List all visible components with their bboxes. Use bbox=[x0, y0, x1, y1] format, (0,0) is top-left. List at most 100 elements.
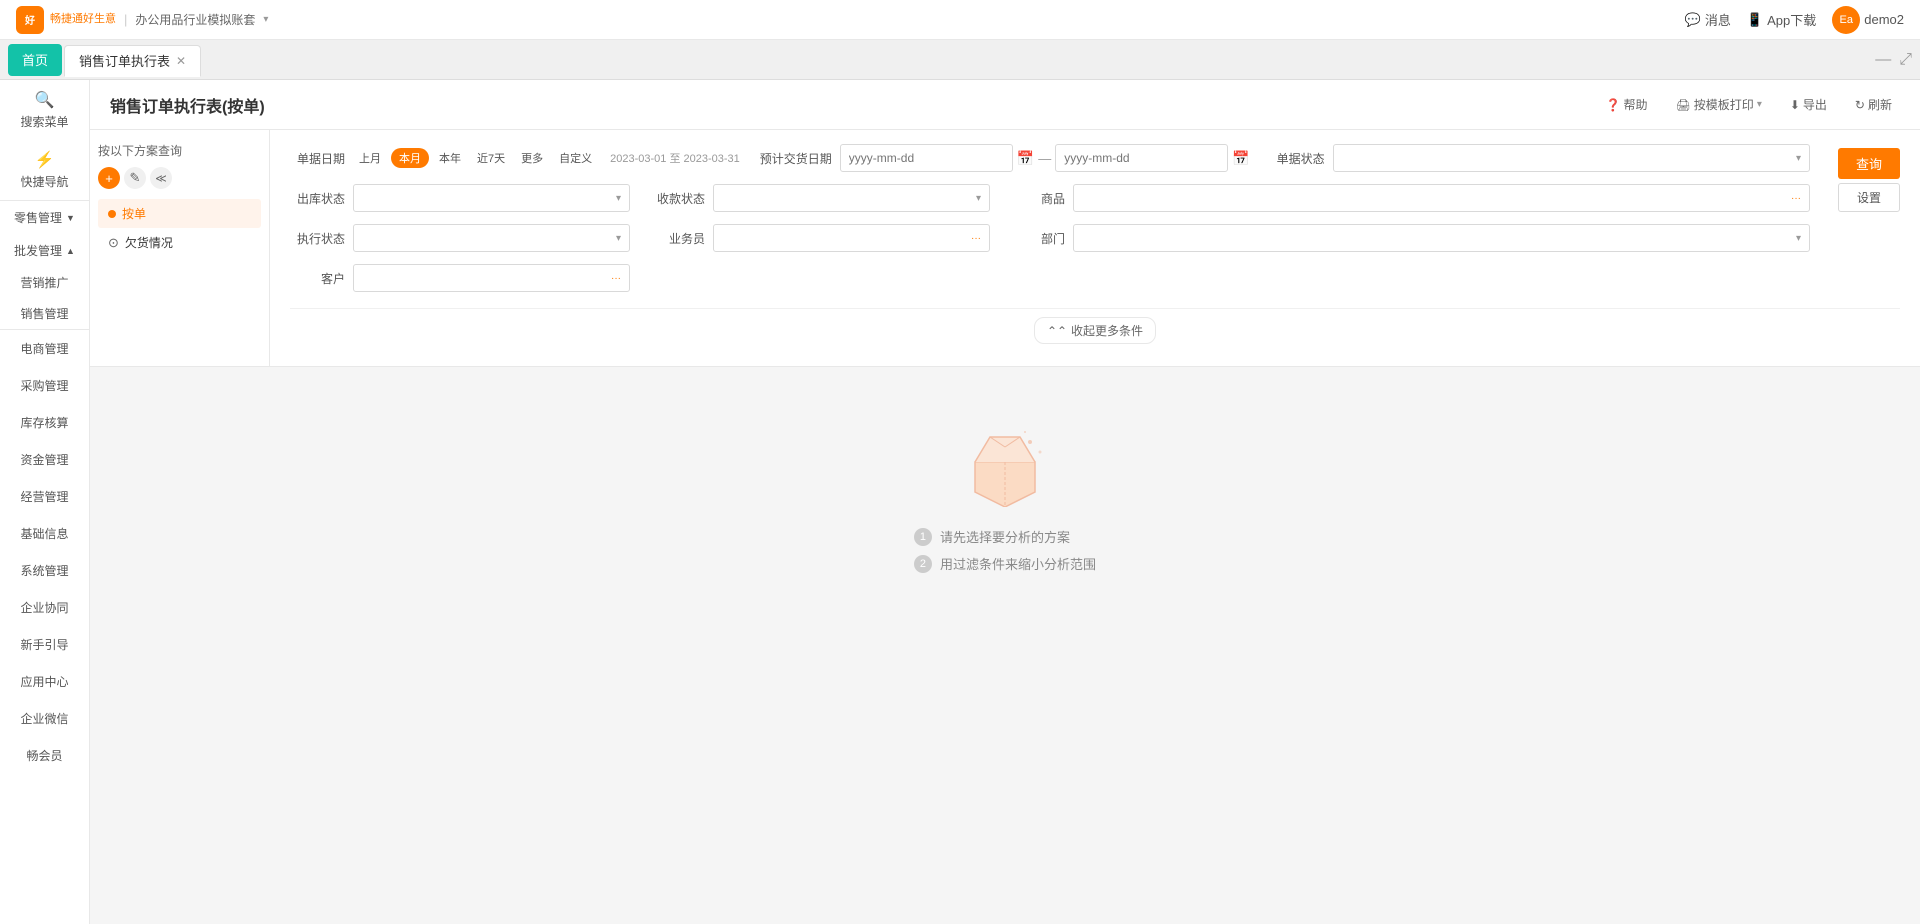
tab-home[interactable]: 首页 bbox=[8, 44, 62, 76]
filter-field-salesman: 业务员 ··· bbox=[650, 224, 990, 252]
print-icon: 🖨 bbox=[1676, 98, 1691, 112]
filter-nav-by-order[interactable]: 按单 bbox=[98, 199, 261, 228]
tab-sales-exec-label: 销售订单执行表 bbox=[79, 51, 170, 70]
payment-status-select[interactable]: ▾ bbox=[713, 184, 990, 212]
collapse-sidebar-button[interactable]: ≪ bbox=[150, 167, 172, 189]
goods-select[interactable]: ··· bbox=[1073, 184, 1810, 212]
filter-field-ship-status: 出库状态 ▾ bbox=[290, 184, 630, 212]
dept-select[interactable]: ▾ bbox=[1073, 224, 1810, 252]
user-area[interactable]: Ea demo2 bbox=[1832, 6, 1904, 34]
search-icon: 🔍 bbox=[35, 90, 55, 110]
sidebar-item-search[interactable]: 🔍 搜索菜单 bbox=[0, 80, 89, 140]
filter-nav-arrears-label: 欠货情况 bbox=[125, 234, 173, 251]
add-scheme-button[interactable]: + bbox=[98, 167, 120, 189]
export-label: 导出 bbox=[1803, 96, 1827, 113]
date-separator: — bbox=[1038, 151, 1051, 166]
date-this-month-btn[interactable]: 本月 bbox=[391, 148, 429, 168]
placeholder-step-2: 2 用过滤条件来缩小分析范围 bbox=[914, 554, 1096, 573]
placeholder-steps: 1 请先选择要分析的方案 2 用过滤条件来缩小分析范围 bbox=[914, 527, 1096, 581]
retail-arrow-icon: ▼ bbox=[66, 213, 75, 223]
payment-status-arrow-icon: ▾ bbox=[976, 193, 981, 204]
export-button[interactable]: ⬇ 导出 bbox=[1782, 92, 1835, 117]
sidebar-item-finance[interactable]: 资金管理 bbox=[0, 441, 89, 478]
sidebar-item-sales-mgmt[interactable]: 销售管理 bbox=[0, 298, 89, 329]
date-quick-buttons: 上月 本月 本年 近7天 更多 自定义 bbox=[353, 148, 598, 168]
message-icon: 💬 bbox=[1685, 12, 1701, 28]
minimize-icon[interactable]: — bbox=[1875, 51, 1891, 69]
filter-sidebar-buttons: + ✎ ≪ bbox=[98, 167, 261, 189]
tab-sales-exec[interactable]: 销售订单执行表 ✕ bbox=[64, 45, 201, 77]
predict-date-end-input[interactable] bbox=[1055, 144, 1228, 172]
filter-row-1: 单据日期 上月 本月 本年 近7天 更多 自定义 bbox=[290, 144, 1810, 172]
customer-label: 客户 bbox=[290, 270, 345, 287]
tab-close-icon[interactable]: ✕ bbox=[176, 54, 186, 68]
sidebar-item-ecommerce[interactable]: 电商管理 bbox=[0, 330, 89, 367]
message-button[interactable]: 💬 消息 bbox=[1685, 10, 1731, 29]
sidebar-item-marketing[interactable]: 营销推广 bbox=[0, 267, 89, 298]
predict-date-start-cal-icon[interactable]: 📅 bbox=[1017, 150, 1034, 167]
breadcrumb-sep: | bbox=[124, 12, 127, 27]
sidebar-item-wholesale[interactable]: 批发管理 ▲ bbox=[0, 234, 89, 267]
maximize-icon[interactable]: ⤢ bbox=[1899, 51, 1912, 69]
filter-nav-arrears[interactable]: ⊙ 欠货情况 bbox=[98, 228, 261, 257]
sidebar-inventory-label: 库存核算 bbox=[20, 414, 68, 431]
date-7days-btn[interactable]: 近7天 bbox=[471, 148, 511, 168]
date-this-year-btn[interactable]: 本年 bbox=[433, 148, 467, 168]
sidebar-item-quicknav[interactable]: ⚡ 快捷导航 bbox=[0, 140, 89, 200]
sidebar-marketing-label: 营销推广 bbox=[20, 276, 68, 290]
arrears-icon: ⊙ bbox=[108, 235, 119, 251]
date-last-month-btn[interactable]: 上月 bbox=[353, 148, 387, 168]
sidebar-quicknav-label: 快捷导航 bbox=[20, 173, 68, 190]
exec-status-select[interactable]: ▾ bbox=[353, 224, 630, 252]
sidebar-item-purchase[interactable]: 采购管理 bbox=[0, 367, 89, 404]
customer-select[interactable]: ··· bbox=[353, 264, 630, 292]
avatar-text: Ea bbox=[1840, 14, 1853, 26]
print-label: 按模板打印 bbox=[1694, 96, 1754, 113]
salesman-select[interactable]: ··· bbox=[713, 224, 990, 252]
edit-scheme-button[interactable]: ✎ bbox=[124, 167, 146, 189]
help-label: 帮助 bbox=[1624, 96, 1648, 113]
breadcrumb-arrow[interactable]: ▾ bbox=[263, 14, 268, 25]
sidebar-item-inventory[interactable]: 库存核算 bbox=[0, 404, 89, 441]
sidebar-item-collab[interactable]: 企业协同 bbox=[0, 589, 89, 626]
sidebar-item-retail[interactable]: 零售管理 ▼ bbox=[0, 201, 89, 234]
sidebar-item-base[interactable]: 基础信息 bbox=[0, 515, 89, 552]
date-more-btn[interactable]: 更多 bbox=[515, 148, 549, 168]
query-button[interactable]: 查询 bbox=[1838, 148, 1900, 179]
sidebar-item-wechat[interactable]: 企业微信 bbox=[0, 700, 89, 737]
date-custom-btn[interactable]: 自定义 bbox=[553, 148, 598, 168]
sidebar-item-ops[interactable]: 经营管理 bbox=[0, 478, 89, 515]
predict-date-start-input[interactable] bbox=[840, 144, 1013, 172]
doc-status-select[interactable]: ▾ bbox=[1333, 144, 1810, 172]
step-1-text: 请先选择要分析的方案 bbox=[940, 527, 1070, 546]
collapse-more-button[interactable]: ⌃⌃ 收起更多条件 bbox=[1034, 317, 1156, 344]
ship-status-select[interactable]: ▾ bbox=[353, 184, 630, 212]
placeholder-step-1: 1 请先选择要分析的方案 bbox=[914, 527, 1096, 546]
sidebar-item-guide[interactable]: 新手引导 bbox=[0, 626, 89, 663]
settings-button[interactable]: 设置 bbox=[1838, 183, 1900, 212]
sidebar-item-system[interactable]: 系统管理 bbox=[0, 552, 89, 589]
sidebar-member-label: 畅会员 bbox=[26, 747, 62, 764]
salesman-more-icon: ··· bbox=[971, 233, 981, 244]
main-layout: 🔍 搜索菜单 ⚡ 快捷导航 零售管理 ▼ 批发管理 ▲ 营销推广 销售管理 电商… bbox=[0, 80, 1920, 924]
salesman-label: 业务员 bbox=[650, 230, 705, 247]
page-title: 销售订单执行表(按单) bbox=[110, 93, 265, 117]
step-1-num: 1 bbox=[914, 528, 932, 546]
dept-label: 部门 bbox=[1010, 230, 1065, 247]
app-download-button[interactable]: 📱 App下载 bbox=[1747, 10, 1816, 29]
sidebar-item-appstore[interactable]: 应用中心 bbox=[0, 663, 89, 700]
sidebar-item-member[interactable]: 畅会员 bbox=[0, 737, 89, 774]
date-label: 单据日期 bbox=[290, 150, 345, 167]
refresh-button[interactable]: ↻ 刷新 bbox=[1847, 92, 1900, 117]
page-header: 销售订单执行表(按单) ❓ 帮助 🖨 按模板打印 ▾ ⬇ 导出 ↻ 刷新 bbox=[90, 80, 1920, 130]
print-button[interactable]: 🖨 按模板打印 ▾ bbox=[1668, 92, 1770, 117]
app-icon: 📱 bbox=[1747, 12, 1763, 28]
logo-text: 畅捷通好生意 bbox=[50, 13, 116, 26]
ship-status-arrow-icon: ▾ bbox=[616, 193, 621, 204]
top-bar-right: 💬 消息 📱 App下载 Ea demo2 bbox=[1685, 6, 1904, 34]
user-name: demo2 bbox=[1864, 12, 1904, 27]
filter-sidebar: 按以下方案查询 + ✎ ≪ 按单 ⊙ 欠货情况 bbox=[90, 130, 270, 366]
ship-status-label: 出库状态 bbox=[290, 190, 345, 207]
predict-date-end-cal-icon[interactable]: 📅 bbox=[1232, 150, 1249, 167]
help-button[interactable]: ❓ 帮助 bbox=[1598, 92, 1656, 117]
